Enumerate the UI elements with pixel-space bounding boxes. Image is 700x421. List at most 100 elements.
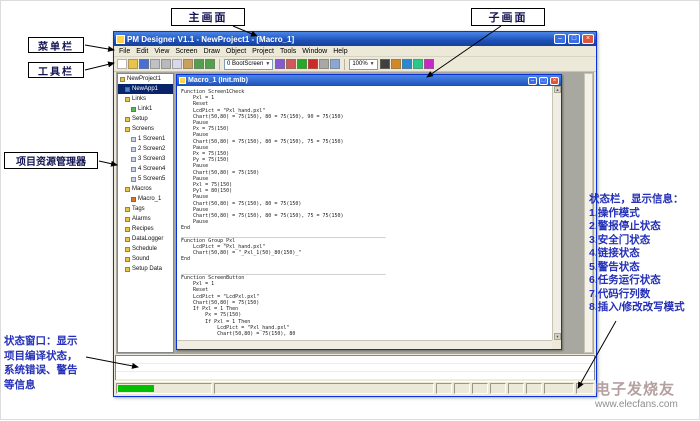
statusbar-cell-link-state [490,383,506,394]
child-maximize-button[interactable]: □ [539,77,548,85]
toolbar-icon[interactable] [128,59,138,69]
toolbar-icon[interactable] [286,59,296,69]
scroll-up-icon[interactable]: ▲ [554,86,561,93]
tree-item[interactable]: Screens [118,124,173,134]
callout-project-explorer: 项目资源管理器 [4,152,98,169]
arrow-toolbar [85,63,114,70]
child-minimize-button[interactable]: – [528,77,537,85]
tree-item-label: Schedule [132,246,157,252]
toolbar-group-file [117,59,215,69]
tree-item[interactable]: 5 Screen5 [118,174,173,184]
toolbar-icon[interactable] [205,59,215,69]
toolbar-icon[interactable] [380,59,390,69]
toolbar-separator [344,59,345,70]
menu-item[interactable]: View [154,48,169,55]
toolbar-icon[interactable] [330,59,340,69]
menu-item[interactable]: Edit [136,48,148,55]
toolbar-icon[interactable] [391,59,401,69]
menu-item[interactable]: Window [302,48,327,55]
statusbar-cell-insert-mode [576,383,594,394]
menu-item[interactable]: Screen [175,48,197,55]
tree-item[interactable]: Alarms [118,214,173,224]
tree-item[interactable]: 3 Screen3 [118,154,173,164]
menu-item[interactable]: Help [333,48,347,55]
horizontal-scrollbar[interactable] [177,340,552,349]
scroll-down-icon[interactable]: ▼ [554,333,561,340]
output-row [116,372,594,380]
note-line: 项目编译状态， [4,349,102,364]
tree-item[interactable]: 4 Screen4 [118,164,173,174]
toolbar-icon[interactable] [172,59,182,69]
toolbar-icon[interactable] [413,59,423,69]
minimize-button[interactable]: – [554,34,566,44]
statusbar-cell-warning [508,383,524,394]
tree-item[interactable]: Link1 [118,104,173,114]
tree-item[interactable]: DataLogger [118,234,173,244]
note-line: 7.代码行列数 [589,288,699,302]
tree-item-icon [125,117,130,122]
zoom-value: 100% [352,61,367,67]
app-titlebar[interactable]: PM Designer V1.1 - NewProject1 - [Macro_… [114,32,596,46]
toolbar-icon[interactable] [275,59,285,69]
tree-item-label: Links [132,96,146,102]
menu-item[interactable]: Tools [280,48,296,55]
statusbar-cell-alarm-stop [454,383,470,394]
tree-item[interactable]: 1 Screen1 [118,134,173,144]
toolbar-icon[interactable] [161,59,171,69]
menu-item[interactable]: File [119,48,130,55]
tree-item[interactable]: 2 Screen2 [118,144,173,154]
tree-item-label: 4 Screen4 [138,166,165,172]
tree-item-icon [131,107,136,112]
toolbar-icon[interactable] [308,59,318,69]
tree-item[interactable]: Setup Data [118,264,173,274]
annotated-screenshot: PM Designer V1.1 - NewProject1 - [Macro_… [0,0,700,420]
toolbar-icon[interactable] [139,59,149,69]
project-explorer-panel: NewProject1 NewApp1 Links Link1 [117,73,174,353]
tree-item[interactable]: Sound [118,254,173,264]
toolbar-icon[interactable] [117,59,127,69]
screen-select-combo[interactable]: 0 BootScreen ▼ [224,59,273,70]
tree-item[interactable]: NewProject1 [118,74,173,84]
maximize-button[interactable]: □ [568,34,580,44]
macro-window-title: Macro_1 (Init.mlb) [188,77,526,84]
close-button[interactable]: × [582,34,594,44]
app-title: PM Designer V1.1 - NewProject1 - [Macro_… [127,35,552,44]
macro-window-titlebar[interactable]: Macro_1 (Init.mlb) – □ × [177,75,561,86]
tree-item-icon [131,157,136,162]
menu-item[interactable]: Object [226,48,246,55]
toolbar-icon[interactable] [183,59,193,69]
progress-bar [118,385,154,392]
toolbar-icon[interactable] [297,59,307,69]
tree-item-label: Link1 [138,106,152,112]
tree-item-label: 5 Screen5 [138,176,165,182]
toolbar-icon[interactable] [319,59,329,69]
zoom-combo[interactable]: 100% ▼ [349,59,377,70]
statusbar-message [214,383,434,394]
toolbar-icon[interactable] [402,59,412,69]
menu-bar: File Edit View Screen Draw Object Project Tools… [114,46,596,57]
tree-item[interactable]: Schedule [118,244,173,254]
tree-item[interactable]: Setup [118,114,173,124]
code-editor[interactable]: Function Screen1Check Pxl = 1 Reset LcdP… [177,86,552,340]
tree-item-icon [125,127,130,132]
status-output-window[interactable] [115,355,595,380]
vertical-scrollbar[interactable]: ▲ ▼ [552,86,561,340]
toolbar-icon[interactable] [424,59,434,69]
tree-item[interactable]: Recipes [118,224,173,234]
tree-item[interactable]: Links [118,94,173,104]
tree-item[interactable]: Macros [118,184,173,194]
toolbar-icon[interactable] [194,59,204,69]
callout-menu-bar: 菜单栏 [28,37,84,53]
chevron-down-icon: ▼ [265,61,270,67]
menu-item[interactable]: Draw [204,48,220,55]
toolbar-icon[interactable] [150,59,160,69]
tree-item[interactable]: NewApp1 [118,84,173,94]
child-close-button[interactable]: × [550,77,559,85]
tree-item-icon [125,257,130,262]
menu-item[interactable]: Project [252,48,274,55]
note-line: 6.任务运行状态 [589,274,699,288]
tree-item[interactable]: Tags [118,204,173,214]
tree-item-label: Screens [132,126,154,132]
tree-item[interactable]: Macro_1 [118,194,173,204]
chevron-down-icon: ▼ [370,61,375,67]
